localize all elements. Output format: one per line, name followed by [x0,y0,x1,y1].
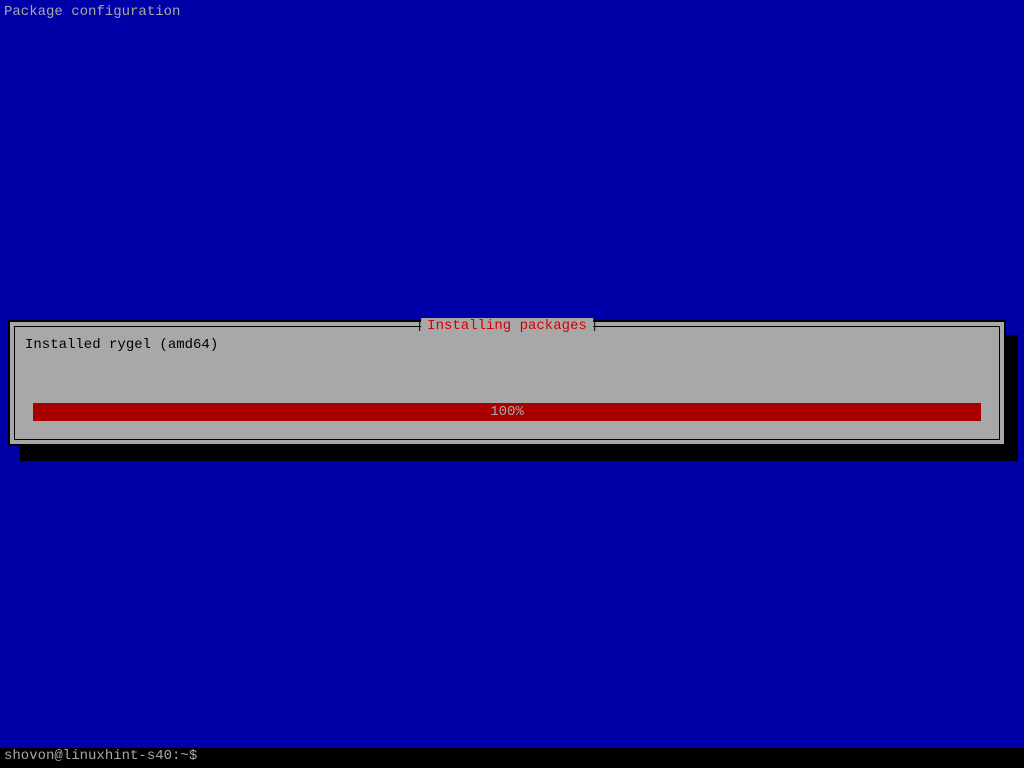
install-dialog: Installing packages Installed rygel (amd… [8,320,1006,446]
progress-label: 100% [490,404,524,420]
dialog-title: Installing packages [421,318,593,334]
install-status-text: Installed rygel (amd64) [25,337,218,353]
terminal-prompt[interactable]: shovon@linuxhint-s40:~$ [4,748,1024,764]
page-title: Package configuration [4,4,180,20]
progress-bar: 100% [33,403,981,421]
dialog-inner-frame: Installing packages Installed rygel (amd… [14,326,1000,440]
